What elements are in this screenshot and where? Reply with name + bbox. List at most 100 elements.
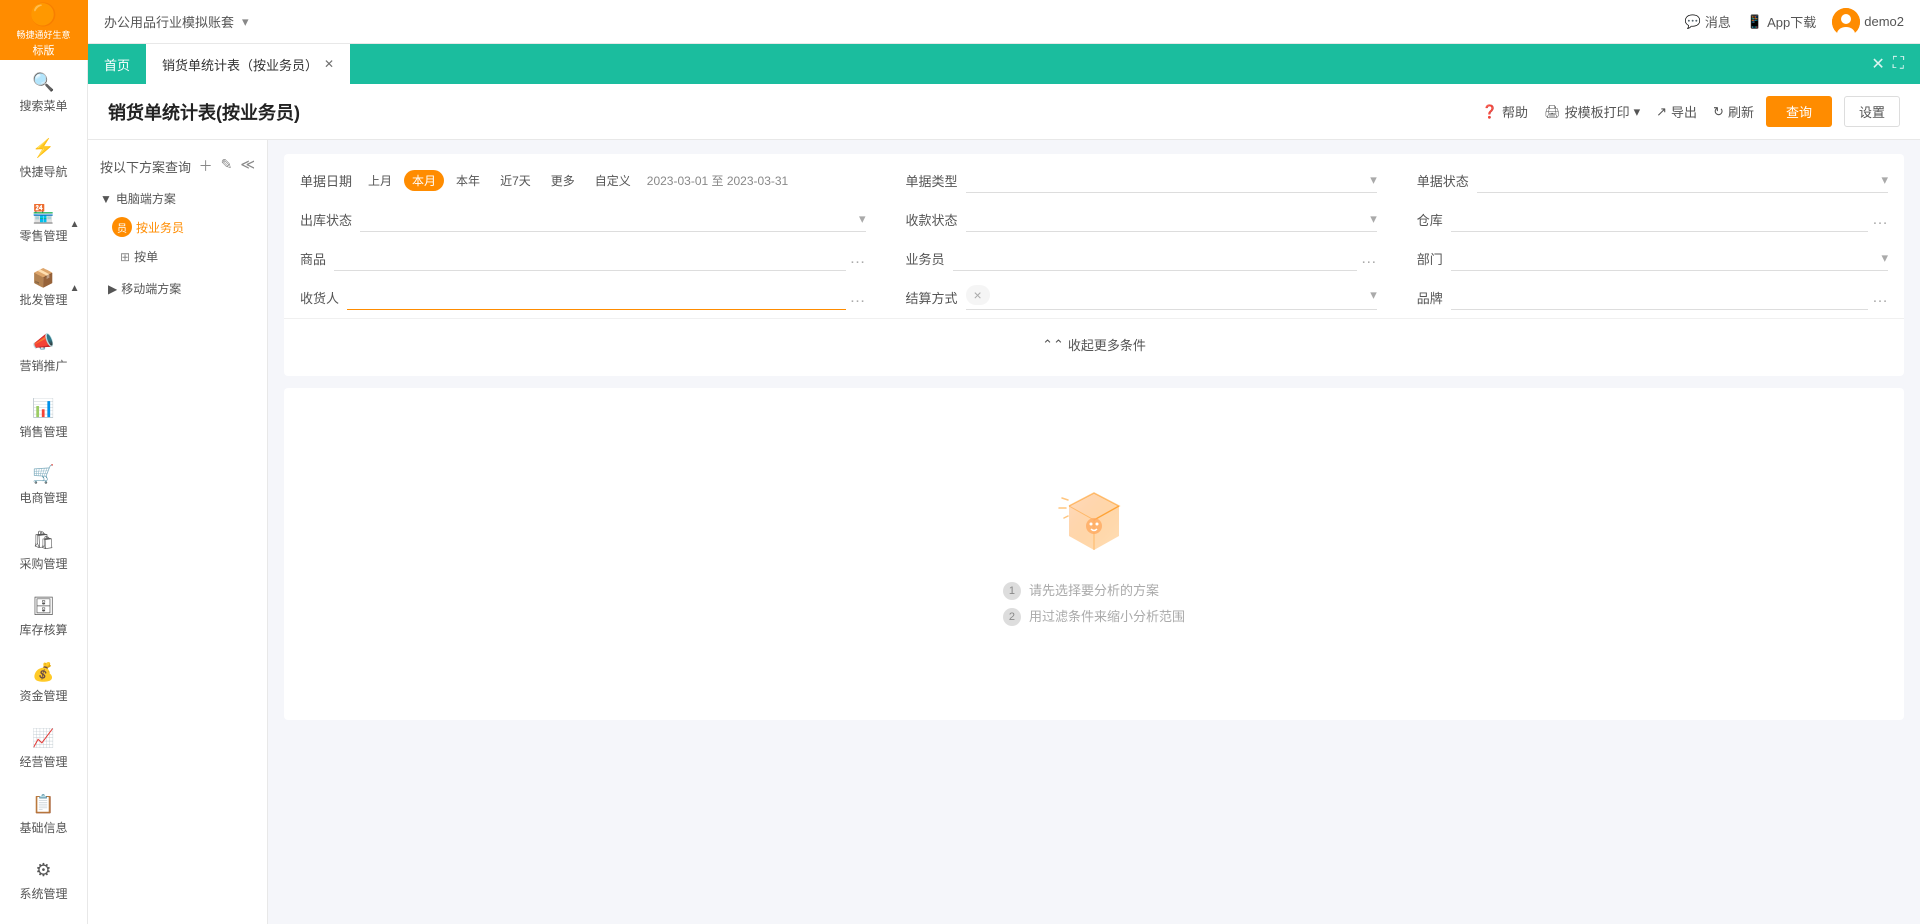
date-tab-last-month[interactable]: 上月 (360, 170, 400, 191)
department-label: 部门 (1417, 249, 1443, 268)
date-tab-7days[interactable]: 近7天 (492, 170, 539, 191)
refresh-label: 刷新 (1728, 102, 1754, 121)
department-select[interactable]: ▾ (1451, 246, 1888, 271)
sidebar-item-purchase[interactable]: 🛍 采购管理 (0, 518, 88, 584)
sidebar-item-quicknav[interactable]: ⚡ 快捷导航 (0, 126, 88, 192)
edit-scheme-icon[interactable]: ✎ (221, 156, 233, 176)
sidebar-item-system[interactable]: ⚙ 系统管理 (0, 848, 88, 914)
help-btn[interactable]: ❓ 帮助 (1482, 102, 1528, 121)
sidebar-item-marketing[interactable]: 📣 营销推广 (0, 320, 88, 386)
salesperson-input[interactable] (953, 247, 1357, 271)
sidebar-item-retail[interactable]: 🏪 零售管理 ▲ (0, 192, 88, 256)
operations-icon: 📈 (32, 728, 54, 749)
date-tab-this-month[interactable]: 本月 (404, 170, 444, 191)
doc-type-select[interactable]: ▾ (966, 168, 1377, 193)
filter-doc-status: 单据状态 ▾ (1417, 168, 1888, 193)
filter-payment-status: 收款状态 ▾ (906, 207, 1377, 232)
warehouse-more-icon[interactable]: … (1872, 211, 1888, 229)
doc-status-dropdown-icon: ▾ (1881, 172, 1888, 188)
sidebar-item-sales[interactable]: 📊 销售管理 (0, 386, 88, 452)
settings-button[interactable]: 设置 (1844, 96, 1900, 127)
ecommerce-icon: 🛒 (32, 464, 54, 485)
content-body: 按以下方案查询 ＋ ✎ ≪ ▼ 电脑端方案 员 按业务员 (88, 140, 1920, 924)
collapse-filter-btn[interactable]: ⌃⌃ 收起更多条件 (300, 327, 1888, 362)
sidebar-item-inventory[interactable]: 🗄 库存核算 (0, 584, 88, 650)
add-scheme-icon[interactable]: ＋ (199, 156, 213, 176)
receiver-input[interactable] (347, 286, 845, 310)
settlement-dropdown-icon[interactable]: ▾ (1370, 287, 1377, 303)
left-panel-header-icons: ＋ ✎ ≪ (199, 156, 255, 176)
empty-hints: 1 请先选择要分析的方案 2 用过滤条件来缩小分析范围 (1003, 578, 1185, 630)
mobile-scheme-group[interactable]: ▶ 移动端方案 (88, 274, 267, 303)
print-btn[interactable]: 🖨 按模板打印 ▾ (1544, 102, 1640, 121)
app-logo[interactable]: 🟠 畅捷通好生意 标版 (0, 0, 88, 60)
search-icon: 🔍 (32, 72, 54, 93)
salesperson-more-icon[interactable]: … (1361, 250, 1377, 268)
left-panel: 按以下方案查询 ＋ ✎ ≪ ▼ 电脑端方案 员 按业务员 (88, 140, 268, 924)
top-dropdown-icon[interactable]: ▾ (242, 14, 249, 30)
brand-input[interactable] (1451, 286, 1868, 310)
sidebar-search-label: 搜索菜单 (19, 97, 67, 114)
wholesale-icon: 📦 (32, 268, 54, 289)
warehouse-label: 仓库 (1417, 210, 1443, 229)
sidebar-item-finance[interactable]: 💰 资金管理 (0, 650, 88, 716)
ship-status-dropdown-icon: ▾ (859, 211, 866, 227)
desktop-scheme-title[interactable]: ▼ 电脑端方案 (88, 186, 267, 211)
goods-more-icon[interactable]: … (850, 250, 866, 268)
ship-status-select[interactable]: ▾ (360, 207, 865, 232)
app-download-btn[interactable]: 📱 App下载 (1747, 12, 1816, 31)
user-profile[interactable]: demo2 (1832, 8, 1904, 36)
topbar-left: 办公用品行业模拟账套 ▾ (104, 12, 249, 31)
sidebar-retail-label: 零售管理 (19, 227, 67, 244)
sidebar-item-search[interactable]: 🔍 搜索菜单 (0, 60, 88, 126)
goods-input[interactable] (334, 247, 845, 271)
tab-sales-stat-close[interactable]: ✕ (324, 57, 334, 71)
export-btn[interactable]: ↗ 导出 (1656, 102, 1697, 121)
receiver-label: 收货人 (300, 288, 339, 307)
filter-warehouse: 仓库 … (1417, 208, 1888, 232)
sidebar-item-collab[interactable]: 🤝 企业协同 (0, 914, 88, 924)
sidebar-item-wholesale[interactable]: 📦 批发管理 ▲ (0, 256, 88, 320)
query-button[interactable]: 查询 (1766, 96, 1832, 127)
message-btn[interactable]: 💬 消息 (1685, 12, 1731, 31)
doc-status-select[interactable]: ▾ (1477, 168, 1888, 193)
collapse-panel-icon[interactable]: ≪ (240, 156, 255, 176)
finance-icon: 💰 (32, 662, 54, 683)
topbar: 办公用品行业模拟账套 ▾ 💬 消息 📱 App下载 de (88, 0, 1920, 44)
date-tab-more[interactable]: 更多 (543, 170, 583, 191)
tab-close-all-icon[interactable]: ✕ (1871, 54, 1884, 74)
message-label: 消息 (1705, 12, 1731, 31)
sidebar-finance-label: 资金管理 (19, 687, 67, 704)
help-label: 帮助 (1502, 102, 1528, 121)
settlement-tag-close[interactable]: × (974, 287, 982, 303)
app-download-icon: 📱 (1747, 14, 1763, 30)
filter-brand: 品牌 … (1417, 286, 1888, 310)
sidebar-item-basic-info[interactable]: 📋 基础信息 (0, 782, 88, 848)
empty-state: 1 请先选择要分析的方案 2 用过滤条件来缩小分析范围 (300, 418, 1888, 690)
system-icon: ⚙ (35, 860, 51, 881)
hint-text-1: 请先选择要分析的方案 (1029, 578, 1159, 604)
sidebar-item-ecommerce[interactable]: 🛒 电商管理 (0, 452, 88, 518)
hint-text-2: 用过滤条件来缩小分析范围 (1029, 604, 1185, 630)
scheme-item-salesperson[interactable]: 员 按业务员 (88, 211, 267, 243)
page-title: 销货单统计表(按业务员) (108, 99, 300, 125)
quicknav-icon: ⚡ (32, 138, 54, 159)
sidebar-item-operations[interactable]: 📈 经营管理 (0, 716, 88, 782)
date-tab-this-year[interactable]: 本年 (448, 170, 488, 191)
page-content: 销货单统计表(按业务员) ❓ 帮助 🖨 按模板打印 ▾ ↗ 导出 (88, 84, 1920, 924)
tab-sales-stat[interactable]: 销货单统计表（按业务员） ✕ (146, 44, 350, 84)
warehouse-input[interactable] (1451, 208, 1868, 232)
date-filter-controls: 上月 本月 本年 近7天 更多 自定义 2023-03-01 至 2023-03… (360, 170, 865, 191)
tab-fullscreen-icon[interactable]: ⛶ (1893, 55, 1904, 73)
scheme-item-order[interactable]: ⊞ 按单 (88, 243, 267, 270)
filter-doc-type: 单据类型 ▾ (906, 168, 1377, 193)
brand-more-icon[interactable]: … (1872, 289, 1888, 307)
receiver-more-icon[interactable]: … (850, 289, 866, 307)
tab-home[interactable]: 首页 (88, 44, 146, 84)
filter-row-2: 出库状态 ▾ 收款状态 ▾ (300, 207, 1888, 232)
filter-receiver: 收货人 … (300, 286, 866, 310)
refresh-btn[interactable]: ↻ 刷新 (1713, 102, 1754, 121)
date-tab-custom[interactable]: 自定义 (587, 170, 639, 191)
payment-status-select[interactable]: ▾ (966, 207, 1377, 232)
export-icon: ↗ (1656, 104, 1667, 120)
